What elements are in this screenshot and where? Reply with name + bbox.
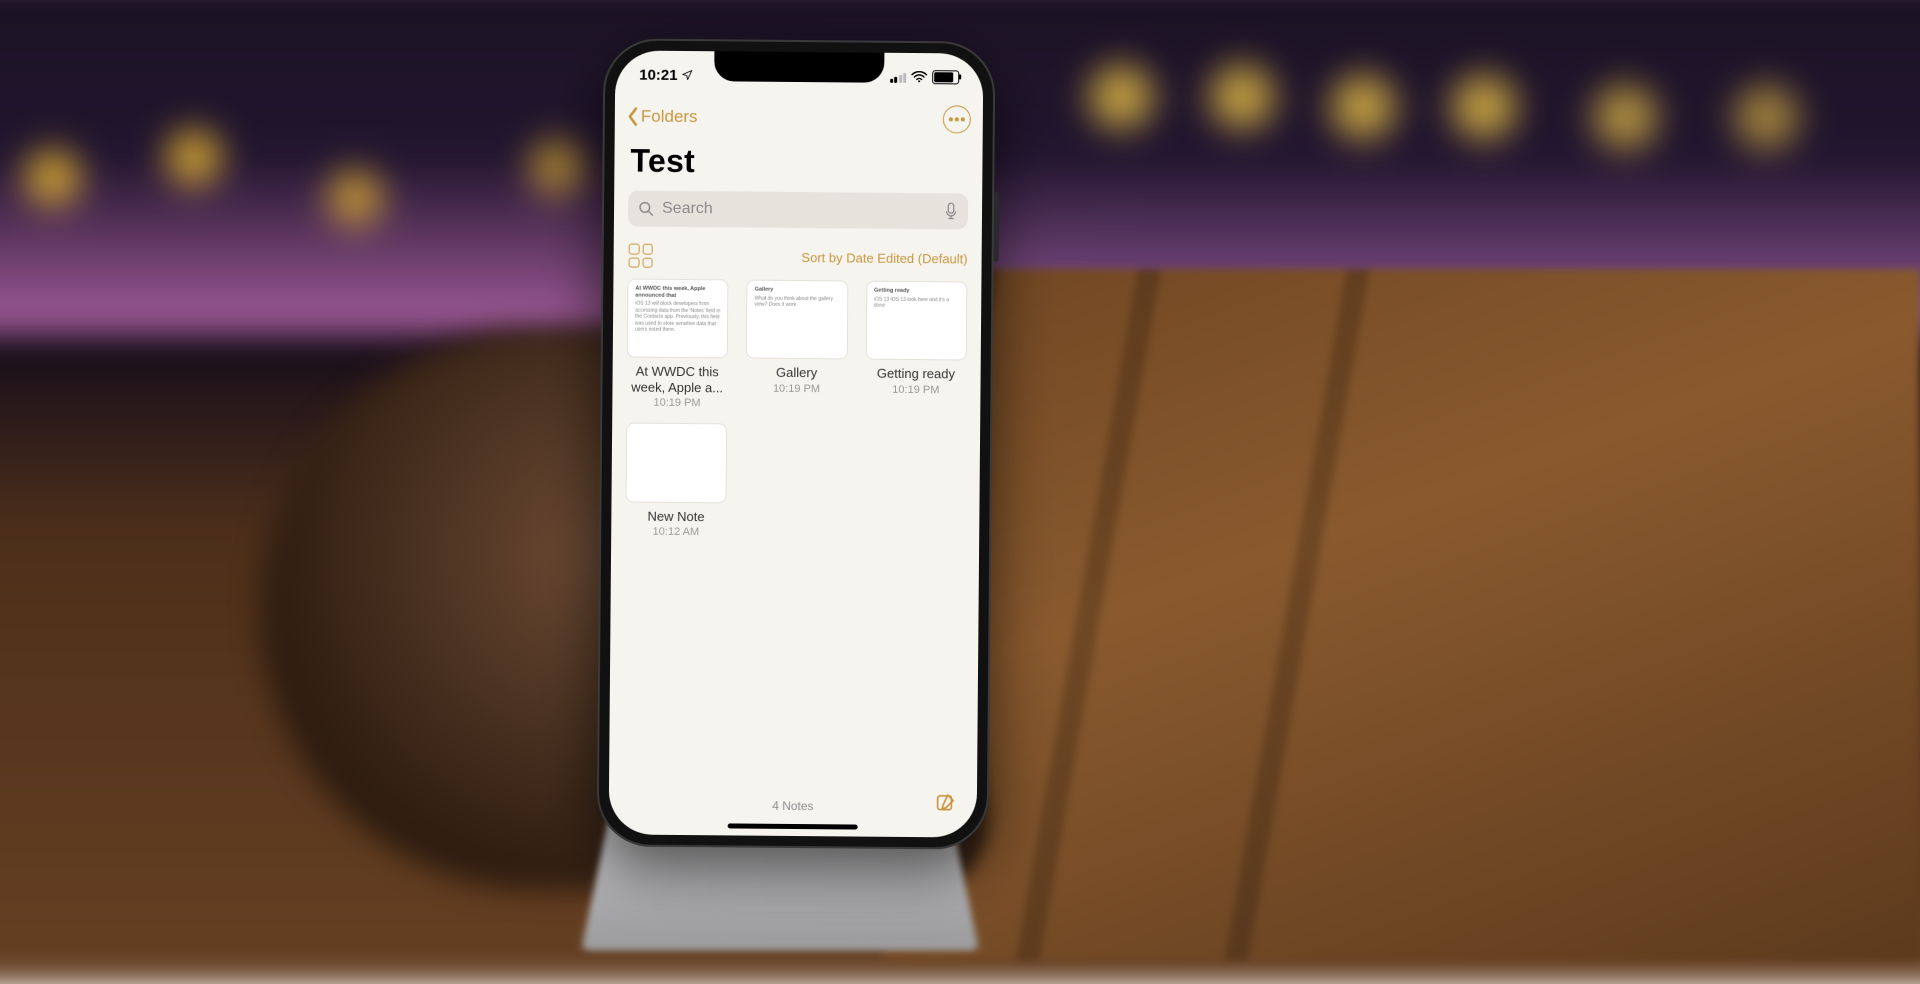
note-time: 10:19 PM: [892, 384, 939, 396]
note-card[interactable]: At WWDC this week, Apple announced that …: [626, 279, 728, 410]
note-preview-title: Gallery: [755, 287, 840, 294]
view-sort-row: Sort by Date Edited (Default): [628, 243, 968, 272]
note-card[interactable]: Gallery What do you think about the gall…: [746, 280, 848, 411]
notch: [714, 51, 884, 82]
note-preview-title: At WWDC this week, Apple announced that: [635, 286, 720, 300]
note-thumbnail: [625, 423, 727, 503]
note-preview-title: Getting ready: [874, 288, 959, 295]
cellular-icon: [890, 71, 907, 82]
note-card[interactable]: New Note 10:12 AM: [625, 423, 727, 539]
note-thumbnail: Getting ready iOS 13 iOS 13 look here an…: [865, 281, 967, 361]
search-input[interactable]: [660, 199, 938, 221]
location-icon: [682, 69, 694, 81]
note-title: New Note: [647, 508, 704, 524]
note-time: 10:19 PM: [773, 383, 820, 395]
note-card[interactable]: Getting ready iOS 13 iOS 13 look here an…: [865, 281, 967, 412]
battery-icon: [932, 70, 959, 84]
wifi-icon: [911, 71, 927, 83]
status-time: 10:21: [639, 66, 678, 83]
screen: 10:21 Folders: [609, 50, 984, 837]
home-indicator[interactable]: [728, 823, 858, 829]
note-preview-body: iOS 13 will block developers from access…: [635, 301, 721, 334]
note-thumbnail: At WWDC this week, Apple announced that …: [627, 279, 729, 359]
status-right: [890, 70, 960, 85]
search-field[interactable]: [628, 191, 968, 230]
dictate-icon[interactable]: [944, 202, 958, 220]
back-label: Folders: [641, 107, 698, 127]
note-time: 10:12 AM: [653, 526, 700, 538]
search-icon: [638, 201, 654, 217]
page-title: Test: [630, 143, 695, 181]
back-button[interactable]: Folders: [627, 107, 698, 128]
notes-grid: At WWDC this week, Apple announced that …: [623, 279, 967, 778]
note-title: At WWDC this week, Apple a...: [626, 364, 728, 396]
note-preview-title: [634, 430, 719, 431]
bottom-toolbar: 4 Notes: [609, 774, 978, 837]
note-title: Getting ready: [877, 366, 955, 382]
nav-bar: Folders: [615, 94, 983, 141]
more-button[interactable]: [943, 105, 971, 133]
compose-button[interactable]: [935, 791, 957, 813]
note-preview-body: [634, 432, 719, 433]
ellipsis-icon: [949, 118, 965, 122]
note-thumbnail: Gallery What do you think about the gall…: [746, 280, 848, 360]
note-time: 10:19 PM: [653, 397, 700, 409]
note-preview-body: What do you think about the gallery view…: [755, 295, 840, 309]
iphone-frame: 10:21 Folders: [596, 38, 995, 849]
note-preview-body: iOS 13 iOS 13 look here and it's a done: [874, 296, 959, 310]
notes-count: 4 Notes: [772, 799, 813, 813]
note-title: Gallery: [776, 365, 817, 381]
gallery-view-button[interactable]: [628, 243, 654, 269]
status-left: 10:21: [639, 66, 694, 83]
sort-button[interactable]: Sort by Date Edited (Default): [801, 250, 967, 266]
chevron-left-icon: [627, 107, 639, 127]
background-desk: [883, 269, 1920, 960]
